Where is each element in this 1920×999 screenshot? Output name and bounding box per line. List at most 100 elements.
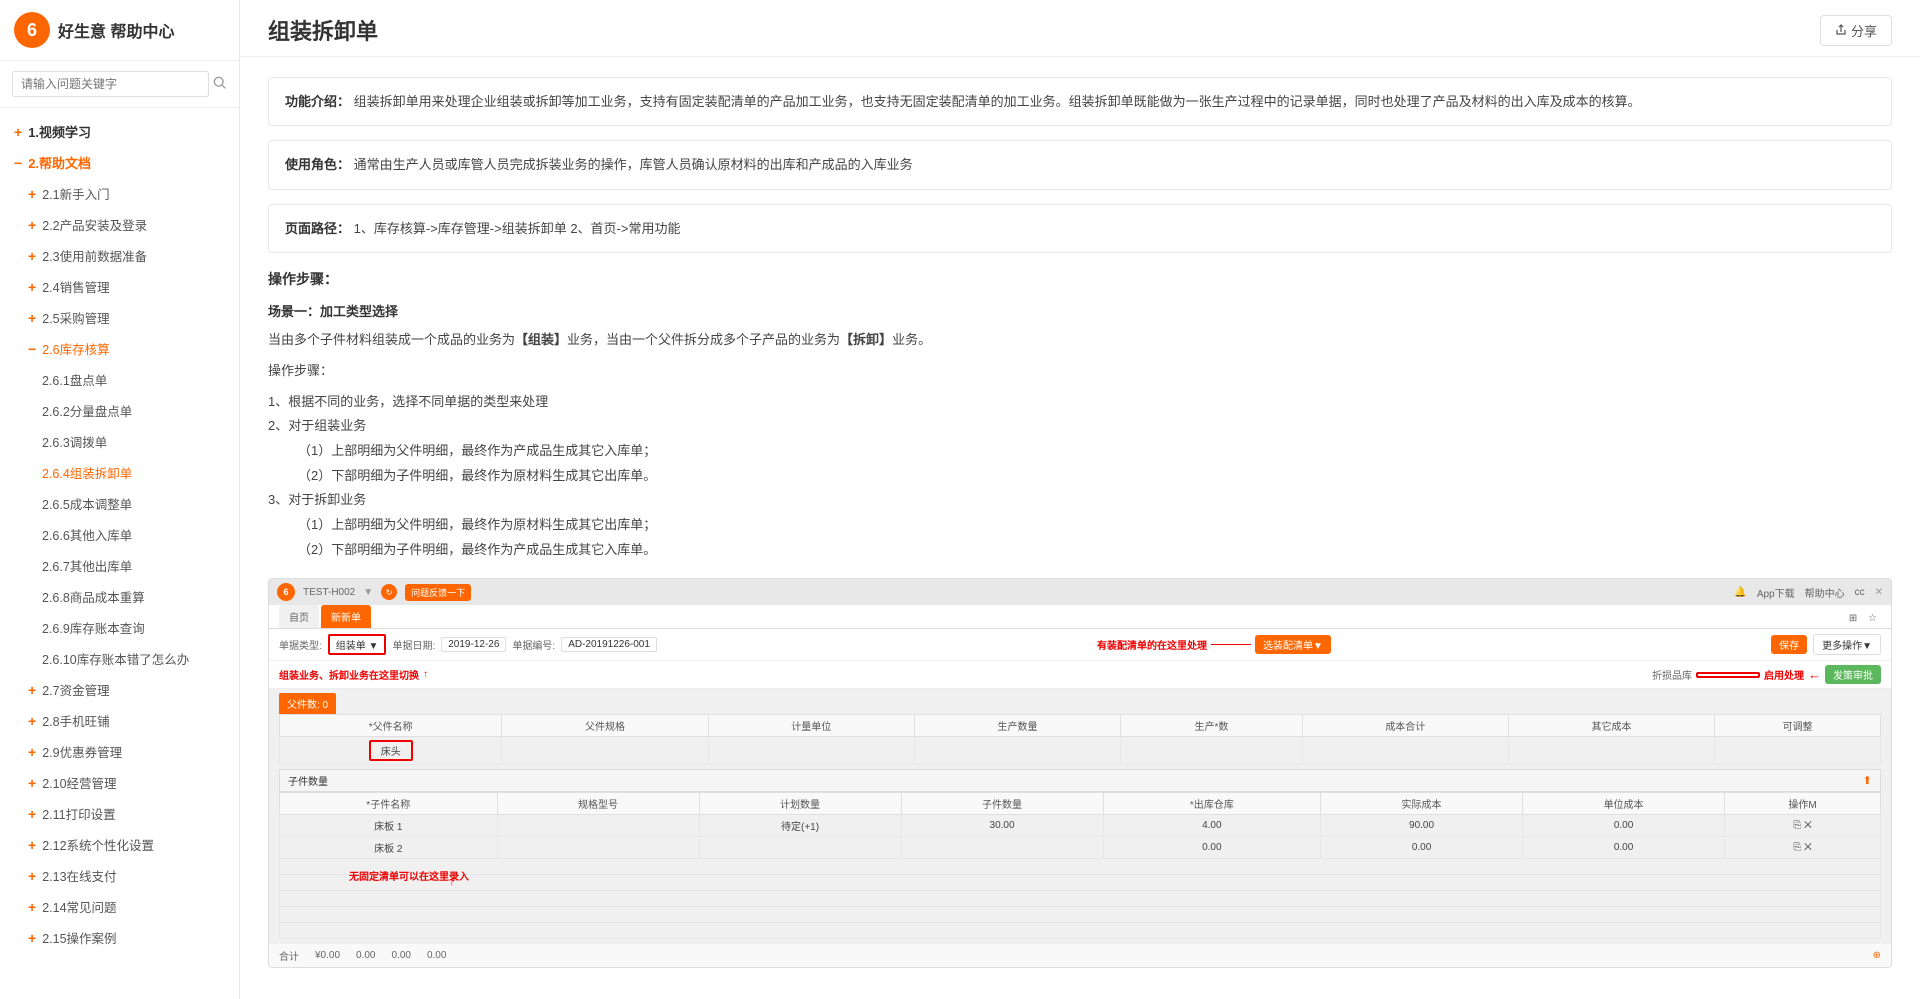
sidebar-item-cost-adjust[interactable]: 2.6.5成本调整单 bbox=[0, 488, 239, 519]
mock-sub-op-1[interactable]: ⎘ ✕ bbox=[1725, 815, 1881, 837]
sidebar-item-online-pay[interactable]: + 2.13在线支付 bbox=[0, 860, 239, 891]
mock-lower-title: 子件数量 bbox=[288, 773, 328, 788]
nav-tree: + 1.视频学习 − 2.帮助文档 + 2.1新手入门 + 2.2产品安装及登录… bbox=[0, 108, 239, 999]
sidebar-item-purchase[interactable]: + 2.5采购管理 bbox=[0, 302, 239, 333]
step2-sub: （1）上部明细为父件明细，最终作为产成品生成其它入库单； （2）下部明细为子件明… bbox=[268, 439, 1892, 488]
mock-tab-new[interactable]: 新新单 bbox=[321, 605, 371, 628]
main-header: 组装拆卸单 分享 bbox=[240, 0, 1920, 57]
mock-parent-input[interactable]: 床头 bbox=[369, 740, 413, 761]
mock-col-other-cost: 其它成本 bbox=[1508, 715, 1714, 737]
scenario1-desc: 当由多个子件材料组装成一个成品的业务为【组装】业务，当由一个父件拆分成多个子产品… bbox=[268, 328, 1892, 353]
sidebar-item-print[interactable]: + 2.11打印设置 bbox=[0, 798, 239, 829]
search-box bbox=[0, 61, 239, 108]
sidebar-item-install[interactable]: + 2.2产品安装及登录 bbox=[0, 209, 239, 240]
mock-sub-col-unit-cost: 单位成本 bbox=[1523, 793, 1725, 815]
plus-icon-13: + bbox=[28, 868, 36, 884]
sidebar-item-inventory[interactable]: − 2.6库存核算 bbox=[0, 333, 239, 364]
logo-icon: 6 bbox=[14, 12, 50, 48]
plus-icon-10: + bbox=[28, 775, 36, 791]
mock-lower-row-2: 床板 2 0.00 0.00 0.00 ⎘ ✕ bbox=[280, 837, 1881, 859]
sidebar-item-video[interactable]: + 1.视频学习 bbox=[0, 116, 239, 147]
share-button[interactable]: 分享 bbox=[1820, 15, 1892, 46]
sidebar-item-stock-check[interactable]: 2.6.9库存账本查询 bbox=[0, 612, 239, 643]
sidebar-item-other-out[interactable]: 2.6.7其他出库单 bbox=[0, 550, 239, 581]
step2-1: （1）上部明细为父件明细，最终作为产成品生成其它入库单； bbox=[298, 439, 1892, 464]
mock-sub-spec-1 bbox=[497, 815, 699, 837]
mock-sub-spec-2 bbox=[497, 837, 699, 859]
sidebar-item-stock-error[interactable]: 2.6.10库存账本错了怎么办 bbox=[0, 643, 239, 674]
mock-select-bom-btn[interactable]: 选装配清单▼ bbox=[1255, 635, 1331, 654]
mock-total-label: 合计 bbox=[279, 948, 299, 963]
mock-nav-tabs: 自页 新新单 ⊞ ☆ bbox=[269, 605, 1891, 629]
steps-title: 操作步骤： bbox=[268, 269, 1892, 289]
path-text: 1、库存核算->库存管理->组装拆卸单 2、首页->常用功能 bbox=[354, 221, 681, 236]
sidebar-item-stocktake[interactable]: 2.6.1盘点单 bbox=[0, 364, 239, 395]
mock-sub-unit-2: 0.00 bbox=[1523, 837, 1725, 859]
sidebar-item-split-stocktake[interactable]: 2.6.2分量盘点单 bbox=[0, 395, 239, 426]
sidebar-item-transfer[interactable]: 2.6.3调拨单 bbox=[0, 426, 239, 457]
search-input[interactable] bbox=[12, 71, 209, 97]
mock-sub-qty-1: 30.00 bbox=[901, 815, 1103, 837]
mock-enable-notice: 启用处理 bbox=[1764, 667, 1804, 682]
mock-cell-other-cost bbox=[1508, 737, 1714, 765]
role-label: 使用角色： bbox=[285, 157, 350, 172]
mock-switch-notice: 组装业务、拆卸业务在这里切换 bbox=[279, 667, 419, 682]
mock-sub-toolbar: 组装业务、拆卸业务在这里切换 ↑ 折损品库 启用处理 ← 发策审批 bbox=[269, 661, 1891, 689]
minus-icon-2: − bbox=[28, 341, 36, 357]
mock-col-prod-num: 生产*数 bbox=[1121, 715, 1303, 737]
sidebar-item-help-docs[interactable]: − 2.帮助文档 bbox=[0, 147, 239, 178]
mock-type-value[interactable]: 组装单 ▼ bbox=[328, 634, 387, 655]
mock-tab-home[interactable]: 自页 bbox=[279, 605, 319, 628]
role-text: 通常由生产人员或库管人员完成拆装业务的操作，库管人员确认原材料的出库和产成品的入… bbox=[354, 157, 913, 172]
mock-total-val2: 0.00 bbox=[356, 950, 375, 961]
sidebar-item-fund[interactable]: + 2.7资金管理 bbox=[0, 674, 239, 705]
mock-lower-header: 子件数量 ⬆ bbox=[279, 769, 1881, 792]
mock-sub-col-op: 操作M bbox=[1725, 793, 1881, 815]
sidebar-item-sales[interactable]: + 2.4销售管理 bbox=[0, 271, 239, 302]
mock-new-btn[interactable]: 问题反馈一下 bbox=[405, 584, 471, 601]
mock-del-icon-2[interactable]: ✕ bbox=[1804, 842, 1812, 853]
sidebar-item-custom[interactable]: + 2.12系统个性化设置 bbox=[0, 829, 239, 860]
step3-2: （2）下部明细为子件明细，最终作为产成品生成其它入库单。 bbox=[298, 538, 1892, 563]
mock-date-value[interactable]: 2019-12-26 bbox=[441, 637, 506, 652]
mock-sub-plan-2 bbox=[699, 837, 901, 859]
sidebar-item-operation[interactable]: + 2.10经营管理 bbox=[0, 767, 239, 798]
mock-expand-icon[interactable]: ⬆ bbox=[1863, 774, 1872, 787]
sidebar-item-faq[interactable]: + 2.14常见问题 bbox=[0, 891, 239, 922]
sidebar-item-newcomer[interactable]: + 2.1新手入门 bbox=[0, 178, 239, 209]
mock-num-value[interactable]: AD-20191226-001 bbox=[561, 637, 657, 652]
mock-sub-op-2[interactable]: ⎘ ✕ bbox=[1725, 837, 1881, 859]
mock-del-icon[interactable]: ✕ bbox=[1804, 820, 1812, 831]
mock-copy-icon-2[interactable]: ⎘ bbox=[1793, 842, 1801, 853]
sidebar-item-cases[interactable]: + 2.15操作案例 bbox=[0, 922, 239, 953]
mock-copy-icon[interactable]: ⎘ bbox=[1793, 820, 1801, 831]
mock-save-btn[interactable]: 保存 bbox=[1771, 635, 1807, 654]
mock-assembly-type: 组装业务、拆卸业务在这里切换 ↑ bbox=[279, 667, 428, 682]
plus-icon-5: + bbox=[28, 279, 36, 295]
plus-icon-11: + bbox=[28, 806, 36, 822]
step3-1: （1）上部明细为父件明细，最终作为原材料生成其它出库单； bbox=[298, 513, 1892, 538]
search-button[interactable] bbox=[213, 76, 227, 93]
sidebar-item-assembly[interactable]: 2.6.4组装拆卸单 bbox=[0, 457, 239, 488]
plus-icon-4: + bbox=[28, 248, 36, 264]
sidebar-header: 6 好生意 帮助中心 bbox=[0, 0, 239, 61]
mock-sub-actual-1: 90.00 bbox=[1321, 815, 1523, 837]
sidebar-item-data-prep[interactable]: + 2.3使用前数据准备 bbox=[0, 240, 239, 271]
scenario1-title: 场景一：加工类型选择 bbox=[268, 301, 1892, 320]
mock-more-btn[interactable]: 更多操作▼ bbox=[1813, 634, 1881, 655]
sidebar-item-coupon[interactable]: + 2.9优惠券管理 bbox=[0, 736, 239, 767]
sidebar-item-other-in[interactable]: 2.6.6其他入库单 bbox=[0, 519, 239, 550]
step2-2: （2）下部明细为子件明细，最终作为原材料生成其它出库单。 bbox=[298, 464, 1892, 489]
plus-icon-14: + bbox=[28, 899, 36, 915]
mock-scrap-input[interactable] bbox=[1696, 672, 1760, 678]
mock-help: 帮助中心 bbox=[1805, 585, 1845, 600]
sidebar-item-mobile[interactable]: + 2.8手机旺铺 bbox=[0, 705, 239, 736]
mock-sub-col-actual-cost: 实际成本 bbox=[1321, 793, 1523, 815]
mock-num-label: 单据编号: bbox=[512, 637, 555, 652]
mock-lower-row-4 bbox=[280, 875, 1881, 891]
minus-icon: − bbox=[14, 155, 22, 171]
sidebar-item-cost-calc[interactable]: 2.6.8商品成本重算 bbox=[0, 581, 239, 612]
mock-sub-col-warehouse: *出库仓库 bbox=[1103, 793, 1321, 815]
mock-approve-btn[interactable]: 发策审批 bbox=[1825, 665, 1881, 684]
mock-sub-name-1: 床板 1 bbox=[280, 815, 498, 837]
